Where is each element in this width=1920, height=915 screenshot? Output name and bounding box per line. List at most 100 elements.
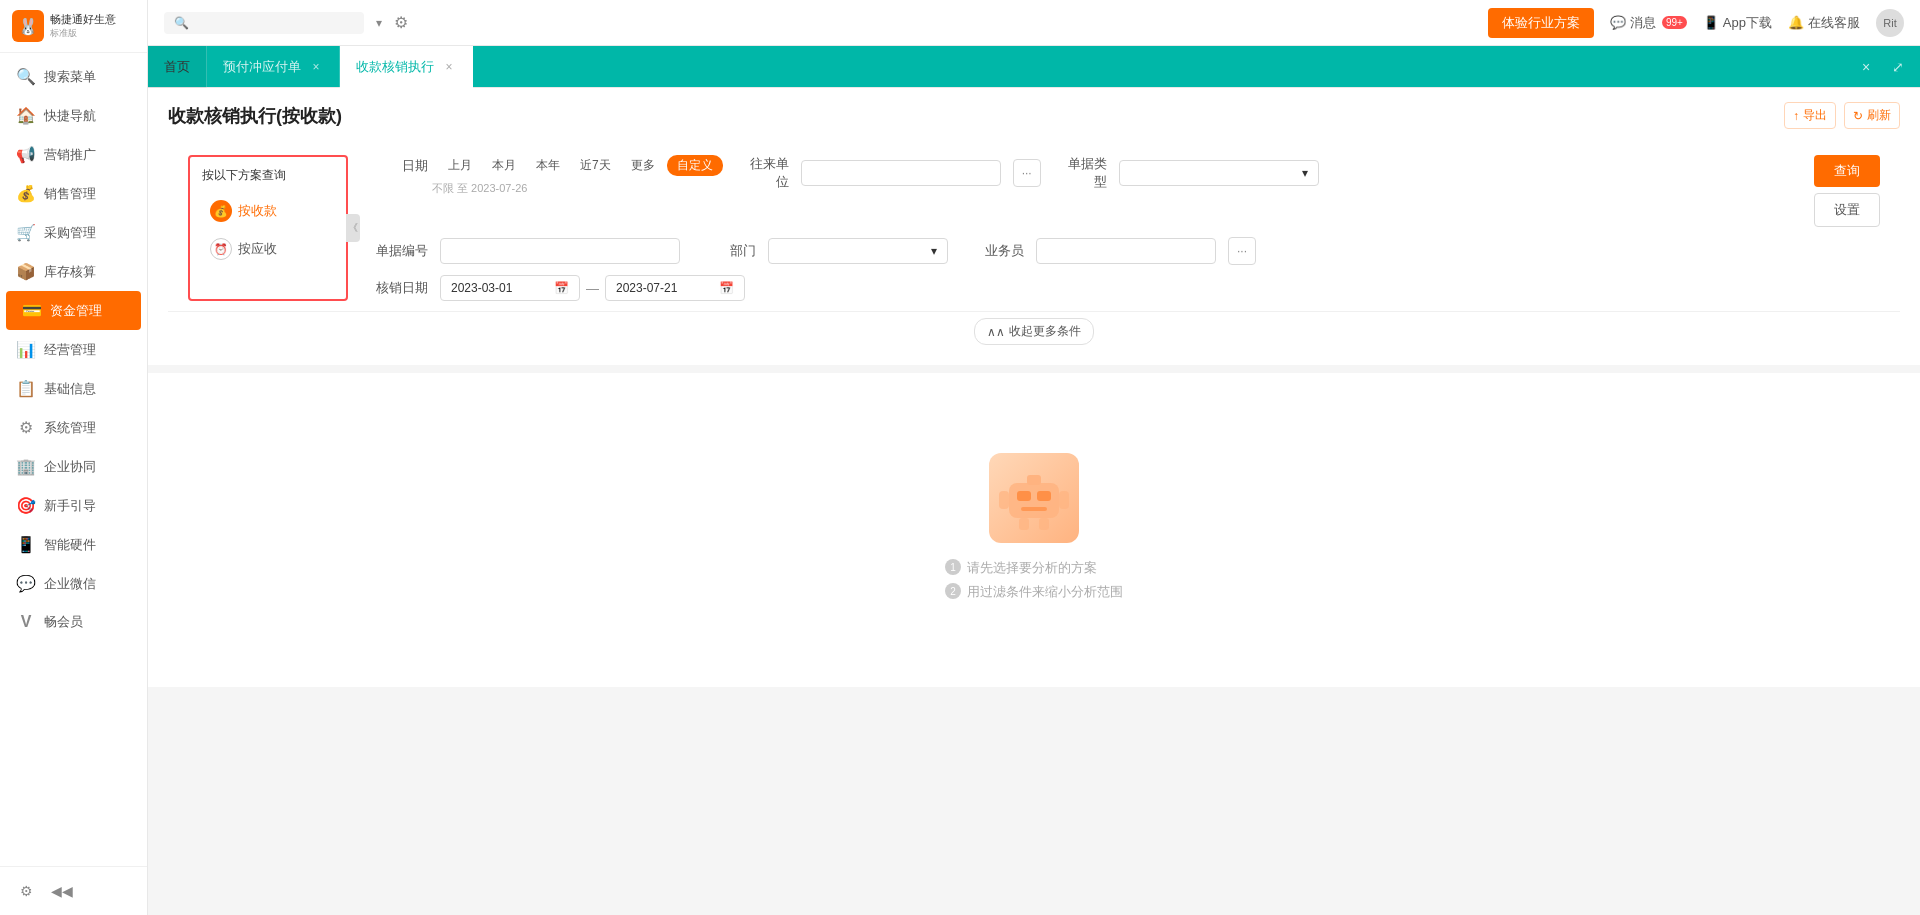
svg-rect-8	[1039, 518, 1049, 530]
industry-btn[interactable]: 体验行业方案	[1488, 8, 1594, 38]
export-label: 导出	[1803, 107, 1827, 124]
filter-left-panel: 按以下方案查询 💰 按收款 ⏰ 按应收 《	[188, 155, 348, 301]
date-last-month-btn[interactable]: 上月	[440, 155, 480, 176]
svg-rect-2	[1037, 491, 1051, 501]
sidebar-item-quick-nav[interactable]: 🏠 快捷导航	[0, 96, 147, 135]
top-header: 🔍 ▾ ⚙ 体验行业方案 💬 消息 99+ 📱 App下载 🔔 在线客服 Rit	[148, 0, 1920, 46]
sidebar-item-corp[interactable]: 🏢 企业协同	[0, 447, 147, 486]
verify-date-row: 核销日期 2023-03-01 📅 — 2023-07-21 📅	[368, 275, 745, 301]
header-right: 体验行业方案 💬 消息 99+ 📱 App下载 🔔 在线客服 Rit	[1488, 8, 1904, 38]
date-this-year-btn[interactable]: 本年	[528, 155, 568, 176]
sidebar-item-member[interactable]: V 畅会员	[0, 603, 147, 641]
logo-icon: 🐰	[12, 10, 44, 42]
logo-text-group: 畅捷通好生意 标准版	[50, 12, 116, 39]
tab-prepay[interactable]: 预付冲应付单 ×	[207, 46, 340, 88]
settings-btn[interactable]: 设置	[1814, 193, 1880, 227]
export-btn[interactable]: ↑ 导出	[1784, 102, 1836, 129]
doctype-select[interactable]: ▾	[1119, 160, 1319, 186]
page-content: 收款核销执行(按收款) ↑ 导出 ↻ 刷新 按以下方案查询 💰	[148, 88, 1920, 915]
online-service-btn[interactable]: 🔔 在线客服	[1788, 14, 1860, 32]
staff-input[interactable]	[1036, 238, 1216, 264]
partner-more-btn[interactable]: ···	[1013, 159, 1041, 187]
filter-option-by-receivable[interactable]: ⏰ 按应收	[202, 232, 334, 266]
tab-collection-label: 收款核销执行	[356, 58, 434, 76]
date-this-month-btn[interactable]: 本月	[484, 155, 524, 176]
empty-tip-2: 2 用过滤条件来缩小分析范围	[945, 583, 1123, 601]
date-shortcuts: 上月 本月 本年 近7天 更多 自定义	[440, 155, 723, 176]
sidebar-item-finance[interactable]: 💳 资金管理	[6, 291, 141, 330]
sidebar-item-marketing[interactable]: 📢 营销推广	[0, 135, 147, 174]
sidebar-item-search[interactable]: 🔍 搜索菜单	[0, 57, 147, 96]
app-download-icon: 📱	[1703, 15, 1719, 30]
messages-btn[interactable]: 💬 消息 99+	[1610, 14, 1687, 32]
header-search-bar[interactable]: 🔍	[164, 12, 364, 34]
refresh-btn[interactable]: ↻ 刷新	[1844, 102, 1900, 129]
sidebar-collapse-btn[interactable]: ◀◀	[48, 877, 76, 905]
filter-collapse-btn[interactable]: 《	[346, 214, 360, 242]
date-7days-btn[interactable]: 近7天	[572, 155, 619, 176]
sidebar-item-inventory[interactable]: 📦 库存核算	[0, 252, 147, 291]
tab-collection-close[interactable]: ×	[442, 60, 456, 74]
sidebar-item-sales[interactable]: 💰 销售管理	[0, 174, 147, 213]
collapse-more-btn[interactable]: ∧∧ 收起更多条件	[974, 318, 1094, 345]
dept-chevron-icon: ▾	[931, 244, 937, 258]
marketing-icon: 📢	[16, 145, 36, 164]
date-custom-btn[interactable]: 自定义	[667, 155, 723, 176]
dept-select[interactable]: ▾	[768, 238, 948, 264]
sidebar-settings-btn[interactable]: ⚙	[12, 877, 40, 905]
tab-home-label: 首页	[164, 58, 190, 76]
tab-home[interactable]: 首页	[148, 46, 207, 88]
verify-date-start-value: 2023-03-01	[451, 281, 512, 295]
tab-bar-right: × ⤢	[1852, 53, 1920, 81]
base-icon: 📋	[16, 379, 36, 398]
search-icon: 🔍	[16, 67, 36, 86]
verify-date-start-input[interactable]: 2023-03-01 📅	[440, 275, 580, 301]
partner-input[interactable]	[801, 160, 1001, 186]
staff-row: 业务员 ···	[964, 237, 1256, 265]
sidebar-label-system: 系统管理	[44, 419, 96, 437]
tab-prepay-close[interactable]: ×	[309, 60, 323, 74]
purchase-icon: 🛒	[16, 223, 36, 242]
partner-row: 往来单位 ···	[739, 155, 1041, 191]
sidebar-item-system[interactable]: ⚙ 系统管理	[0, 408, 147, 447]
verify-date-end-input[interactable]: 2023-07-21 📅	[605, 275, 745, 301]
verify-end-calendar-icon[interactable]: 📅	[719, 281, 734, 295]
doctype-label: 单据类型	[1057, 155, 1107, 191]
tab-close-all-btn[interactable]: ×	[1852, 53, 1880, 81]
staff-more-btn[interactable]: ···	[1228, 237, 1256, 265]
verify-start-calendar-icon[interactable]: 📅	[554, 281, 569, 295]
sidebar-label-member: 畅会员	[44, 613, 83, 631]
tab-expand-btn[interactable]: ⤢	[1884, 53, 1912, 81]
date-range-text: 不限 至 2023-07-26	[368, 180, 723, 196]
sidebar-item-guide[interactable]: 🎯 新手引导	[0, 486, 147, 525]
filter-option-by-receipt[interactable]: 💰 按收款	[202, 194, 334, 228]
sidebar-item-hardware[interactable]: 📱 智能硬件	[0, 525, 147, 564]
sidebar-item-base[interactable]: 📋 基础信息	[0, 369, 147, 408]
filter-option-receivable-label: 按应收	[238, 240, 277, 258]
filter-option-receipt-label: 按收款	[238, 202, 277, 220]
page-header: 收款核销执行(按收款) ↑ 导出 ↻ 刷新	[148, 88, 1920, 129]
query-btn[interactable]: 查询	[1814, 155, 1880, 187]
sidebar-logo: 🐰 畅捷通好生意 标准版	[0, 0, 147, 53]
logo-name: 畅捷通好生意	[50, 12, 116, 26]
online-service-label: 在线客服	[1808, 14, 1860, 32]
sidebar-item-wechat[interactable]: 💬 企业微信	[0, 564, 147, 603]
header-gear-icon[interactable]: ⚙	[394, 13, 408, 32]
app-download-btn[interactable]: 📱 App下载	[1703, 14, 1772, 32]
date-more-btn[interactable]: 更多	[623, 155, 663, 176]
tab-collection[interactable]: 收款核销执行 ×	[340, 46, 473, 88]
sidebar-item-purchase[interactable]: 🛒 采购管理	[0, 213, 147, 252]
header-chevron-icon[interactable]: ▾	[376, 16, 382, 30]
user-avatar[interactable]: Rit	[1876, 9, 1904, 37]
docno-input[interactable]	[440, 238, 680, 264]
sidebar-item-operations[interactable]: 📊 经营管理	[0, 330, 147, 369]
system-icon: ⚙	[16, 418, 36, 437]
tab-bar: 首页 预付冲应付单 × 收款核销执行 × × ⤢	[148, 46, 1920, 88]
svg-rect-5	[999, 491, 1009, 509]
doctype-row: 单据类型 ▾	[1057, 155, 1319, 191]
dept-label: 部门	[696, 242, 756, 260]
inventory-icon: 📦	[16, 262, 36, 281]
sidebar-label-sales: 销售管理	[44, 185, 96, 203]
empty-state: 1 请先选择要分析的方案 2 用过滤条件来缩小分析范围	[148, 373, 1920, 687]
sidebar-label-hardware: 智能硬件	[44, 536, 96, 554]
